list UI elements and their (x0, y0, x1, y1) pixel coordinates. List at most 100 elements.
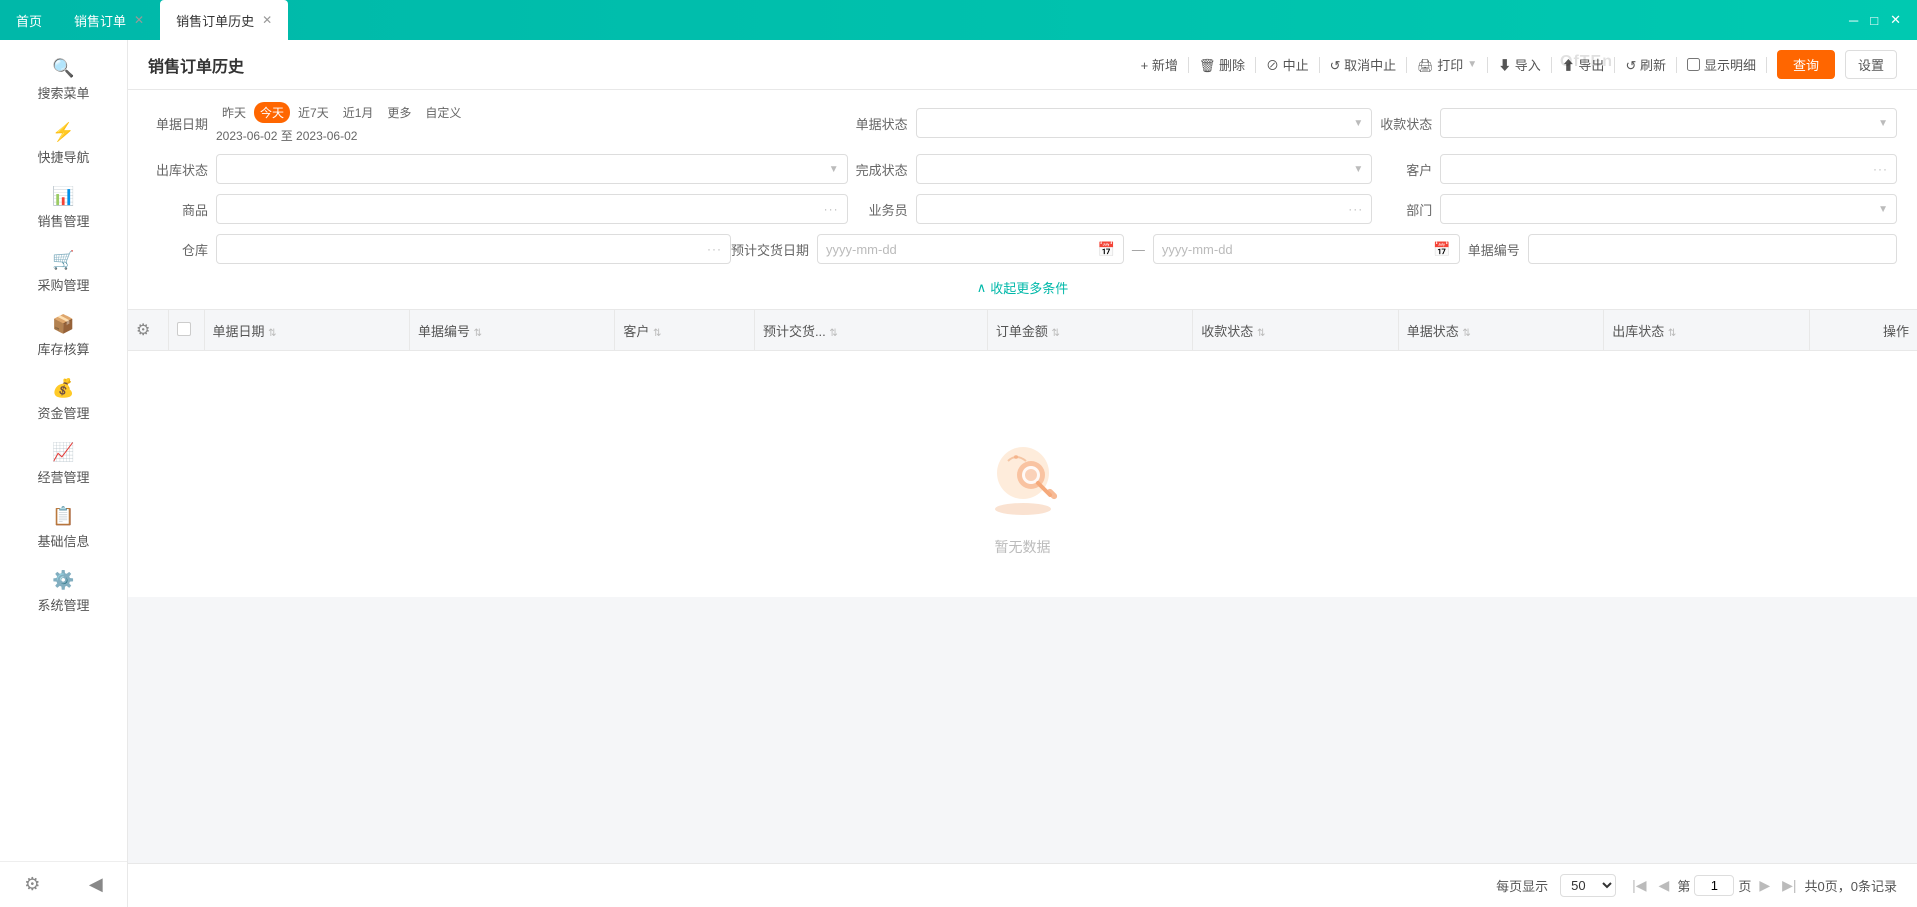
tab-sales-order[interactable]: 销售订单✕ (58, 0, 160, 40)
new-button[interactable]: + 新增 (1141, 55, 1178, 74)
date-btn-today[interactable]: 今天 (254, 102, 290, 123)
th-out-status[interactable]: 出库状态 ⇅ (1604, 310, 1809, 351)
page-last-btn[interactable]: ▶| (1778, 875, 1800, 896)
window-controls: ─ □ ✕ (1849, 12, 1917, 28)
order-number-control[interactable] (1528, 234, 1897, 264)
th-receipt-status[interactable]: 收款状态 ⇅ (1193, 310, 1398, 351)
refresh-button[interactable]: ↺ 刷新 (1625, 55, 1666, 74)
product-control[interactable]: ··· (216, 194, 848, 224)
tab-close-sales-order-history[interactable]: ✕ (262, 13, 272, 27)
sidebar-item-search-menu[interactable]: 🔍搜索菜单 (0, 48, 127, 112)
settings-button[interactable]: 设置 (1845, 50, 1897, 79)
out-stock-control[interactable]: ▼ (216, 154, 848, 184)
empty-state: 暂无数据 (128, 351, 1917, 597)
cancel-stop-button[interactable]: ↺ 取消中止 (1330, 55, 1397, 74)
date-btn-more[interactable]: 更多 (381, 102, 417, 123)
show-detail-checkbox[interactable]: 显示明细 (1687, 55, 1756, 74)
page-input[interactable] (1694, 875, 1734, 896)
th-order-status[interactable]: 单据状态 ⇅ (1398, 310, 1603, 351)
customer-label: 客户 (1372, 160, 1432, 179)
window-max-icon[interactable]: □ (1870, 13, 1878, 28)
divider (1551, 57, 1552, 73)
filter-row-3: 商品 ··· 业务员 ··· 部门 (148, 194, 1897, 224)
print-button[interactable]: 🖨 打印 ▼ (1417, 55, 1477, 74)
import-button[interactable]: ⬇ 导入 (1498, 55, 1541, 74)
th-out-status-label: 出库状态 (1612, 324, 1664, 339)
receipt-status-arrow-icon: ▼ (1878, 118, 1888, 129)
window-min-icon[interactable]: ─ (1849, 13, 1858, 28)
delete-button[interactable]: 🗑 删除 (1199, 55, 1245, 74)
sidebar-label-sales-mgmt: 销售管理 (37, 211, 89, 230)
stop-button[interactable]: ⊘ 中止 (1266, 55, 1309, 74)
th-number[interactable]: 单据编号 ⇅ (409, 310, 614, 351)
calendar-start-icon[interactable]: 📅 (1097, 241, 1114, 258)
page-prev-btn[interactable]: ◀ (1655, 875, 1674, 896)
sidebar-item-basic-info[interactable]: 📋基础信息 (0, 496, 127, 560)
query-button[interactable]: 查询 (1777, 50, 1835, 79)
th-checkbox (168, 310, 204, 351)
delivery-date-end[interactable]: 📅 (1153, 234, 1460, 264)
dept-control[interactable]: ▼ (1440, 194, 1897, 224)
th-delivery[interactable]: 预计交货... ⇅ (754, 310, 987, 351)
th-receipt-status-sort-icon: ⇅ (1257, 328, 1265, 339)
sidebar-item-finance-mgmt[interactable]: 💰资金管理 (0, 368, 127, 432)
receipt-status-label: 收款状态 (1372, 114, 1432, 133)
empty-illustration (978, 431, 1068, 521)
th-settings: ⚙ (128, 310, 168, 351)
tab-sales-order-history[interactable]: 销售订单历史✕ (160, 0, 288, 40)
calendar-end-icon[interactable]: 📅 (1433, 241, 1450, 258)
dept-filter: 部门 ▼ (1372, 194, 1897, 224)
quick-nav-icon: ⚡ (52, 122, 74, 143)
tab-home[interactable]: 首页 (0, 0, 58, 40)
date-btn-last7d[interactable]: 近7天 (292, 102, 335, 123)
delivery-end-input[interactable] (1162, 242, 1433, 257)
page-next-btn[interactable]: ▶ (1755, 875, 1774, 896)
warehouse-more-icon: ··· (707, 242, 722, 256)
sidebar-item-quick-nav[interactable]: ⚡快捷导航 (0, 112, 127, 176)
th-amount-label: 订单金额 (996, 324, 1048, 339)
complete-status-control[interactable]: ▼ (916, 154, 1373, 184)
order-status-control[interactable]: ▼ (916, 108, 1373, 138)
delivery-start-input[interactable] (826, 242, 1097, 257)
th-amount[interactable]: 订单金额 ⇅ (987, 310, 1192, 351)
collapse-sidebar-icon[interactable]: ◀ (89, 874, 103, 895)
export-button[interactable]: ⬆ 导出 (1562, 55, 1605, 74)
sidebar-item-sales-mgmt[interactable]: 📊销售管理 (0, 176, 127, 240)
sidebar-item-ops-mgmt[interactable]: 📈经营管理 (0, 432, 127, 496)
collapse-row[interactable]: ∧ 收起更多条件 (148, 274, 1897, 297)
warehouse-label: 仓库 (148, 240, 208, 259)
toolbar: + 新增 🗑 删除 ⊘ 中止 ↺ 取消中止 🖨 打印 ▼ (1141, 50, 1897, 79)
page-first-btn[interactable]: |◀ (1628, 875, 1650, 896)
settings-bottom-icon[interactable]: ⚙ (24, 874, 40, 895)
th-customer[interactable]: 客户 ⇅ (615, 310, 755, 351)
main-layout: 🔍搜索菜单⚡快捷导航📊销售管理🛒采购管理📦库存核算💰资金管理📈经营管理📋基础信息… (0, 40, 1917, 907)
show-detail-input[interactable] (1687, 58, 1700, 71)
table-settings-icon[interactable]: ⚙ (136, 322, 150, 339)
order-status-label: 单据状态 (848, 114, 908, 133)
window-close-icon[interactable]: ✕ (1890, 12, 1901, 28)
delivery-date-start[interactable]: 📅 (817, 234, 1124, 264)
date-label: 单据日期 (148, 114, 208, 133)
per-page-label: 每页显示 (1496, 876, 1548, 895)
delivery-date-label: 预计交货日期 (731, 240, 809, 259)
per-page-select[interactable]: 50 10 20 100 (1560, 874, 1616, 897)
delivery-date-filter: 预计交货日期 📅 — 📅 (731, 234, 1460, 264)
customer-control[interactable]: ··· (1440, 154, 1897, 184)
table-area: ⚙ 单据日期 ⇅ 单据编号 ⇅ (128, 310, 1917, 863)
date-btn-yesterday[interactable]: 昨天 (216, 102, 252, 123)
receipt-status-control[interactable]: ▼ (1440, 108, 1897, 138)
sidebar-item-purchase-mgmt[interactable]: 🛒采购管理 (0, 240, 127, 304)
sidebar-item-inventory-check[interactable]: 📦库存核算 (0, 304, 127, 368)
divider (1188, 57, 1189, 73)
date-btn-custom[interactable]: 自定义 (419, 102, 467, 123)
table-header-row: ⚙ 单据日期 ⇅ 单据编号 ⇅ (128, 310, 1917, 351)
salesperson-control[interactable]: ··· (916, 194, 1373, 224)
sidebar-item-sys-mgmt[interactable]: ⚙️系统管理 (0, 560, 127, 624)
date-btn-last1m[interactable]: 近1月 (337, 102, 380, 123)
th-date[interactable]: 单据日期 ⇅ (204, 310, 409, 351)
complete-status-label: 完成状态 (848, 160, 908, 179)
complete-status-filter: 完成状态 ▼ (848, 154, 1373, 184)
select-all-checkbox[interactable] (177, 322, 191, 336)
warehouse-control[interactable]: ··· (216, 234, 731, 264)
tab-close-sales-order[interactable]: ✕ (134, 13, 144, 27)
